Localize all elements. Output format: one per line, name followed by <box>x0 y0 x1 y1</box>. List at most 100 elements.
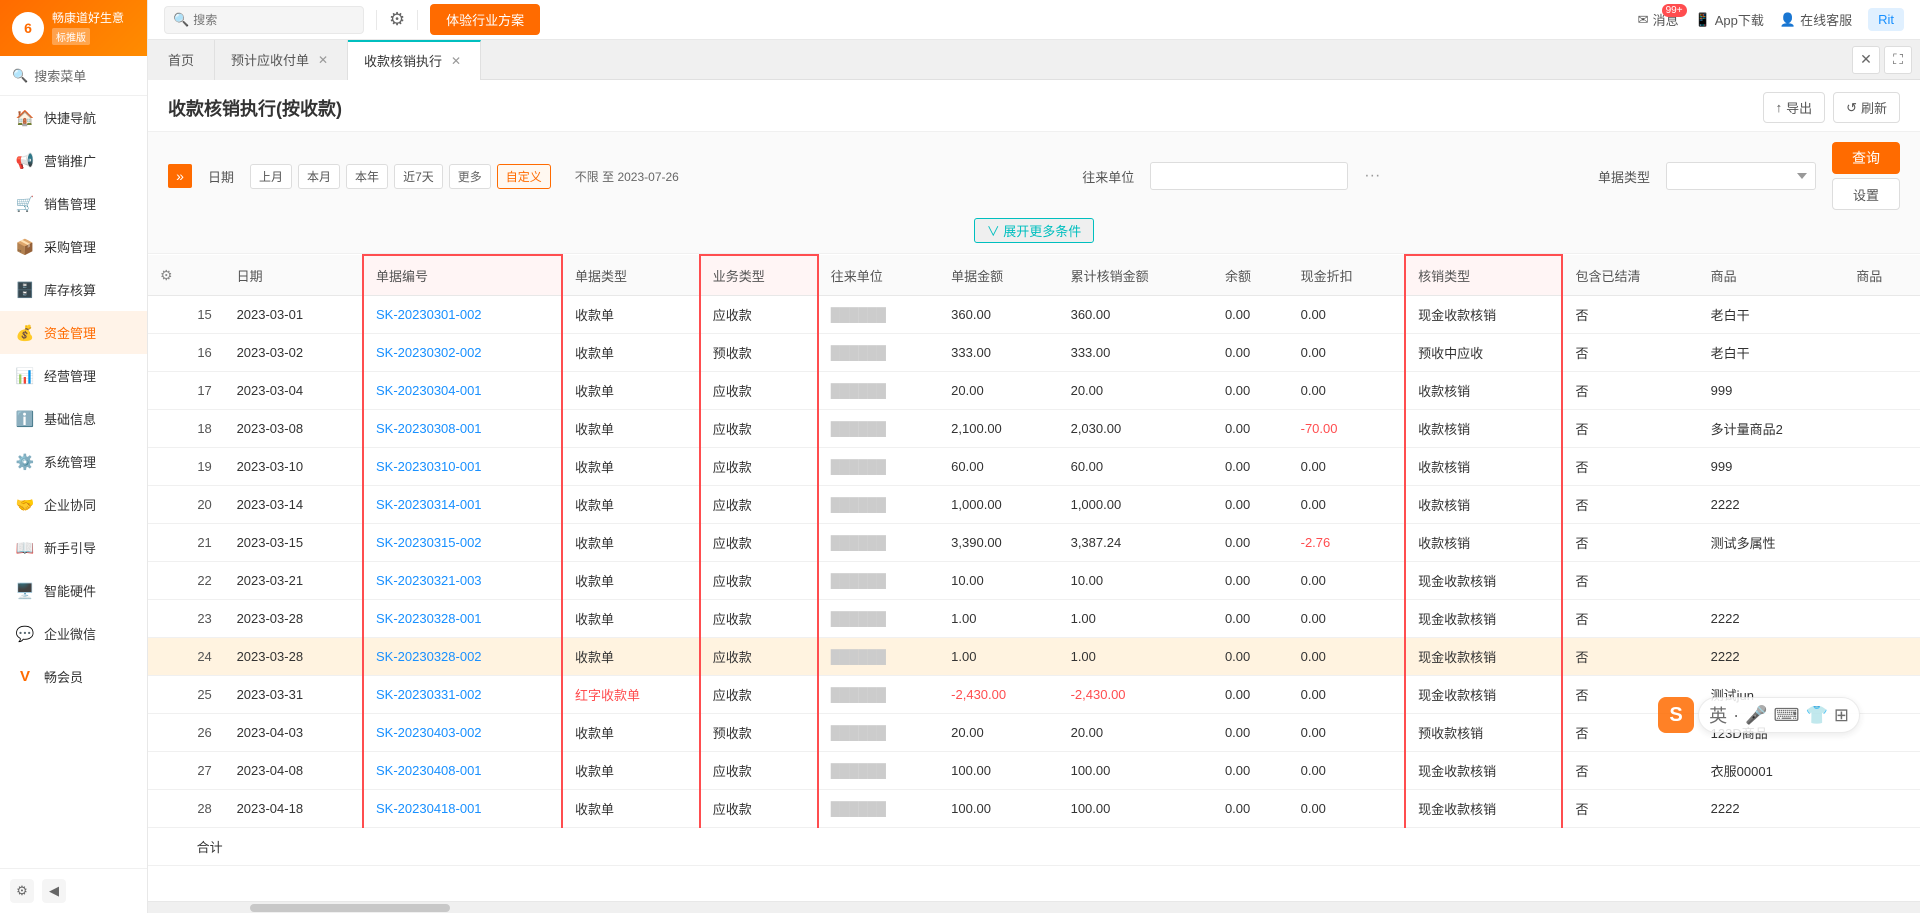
user-avatar[interactable]: Rit <box>1868 8 1904 31</box>
td-discount: 0.00 <box>1289 752 1406 790</box>
sidebar-item-sales[interactable]: 🛒 销售管理 <box>0 182 147 225</box>
filter-expand-row: ∨ 展开更多条件 <box>168 218 1900 243</box>
td-product2 <box>1844 410 1920 448</box>
filter-this-year-btn[interactable]: 本年 <box>346 164 388 189</box>
td-discount: 0.00 <box>1289 562 1406 600</box>
sidebar-item-basic[interactable]: ℹ️ 基础信息 <box>0 397 147 440</box>
td-amount: 1.00 <box>939 638 1058 676</box>
td-amount: 10.00 <box>939 562 1058 600</box>
sidebar-item-label: 销售管理 <box>44 194 96 213</box>
td-voucher-no[interactable]: SK-20230314-001 <box>363 486 562 524</box>
tab-close-all-button[interactable]: ✕ <box>1852 46 1880 74</box>
table-row: 172023-03-04SK-20230304-001收款单应收款██████2… <box>148 372 1920 410</box>
solution-button[interactable]: 体验行业方案 <box>430 4 540 35</box>
tab-collection[interactable]: 收款核销执行 ✕ <box>348 40 481 80</box>
sidebar-item-wechat[interactable]: 💬 企业微信 <box>0 612 147 655</box>
td-balance: 0.00 <box>1213 448 1289 486</box>
sidebar-item-system[interactable]: ⚙️ 系统管理 <box>0 440 147 483</box>
query-button[interactable]: 查询 <box>1832 142 1900 174</box>
watermark-icon-1[interactable]: 英 <box>1709 702 1727 728</box>
watermark-icon-5[interactable]: ⊞ <box>1834 705 1849 726</box>
watermark-icon-2[interactable]: 🎤 <box>1745 705 1767 726</box>
sidebar-item-member[interactable]: V 畅会员 <box>0 655 147 698</box>
filter-party-dots[interactable]: ··· <box>1364 167 1380 185</box>
tab-fullscreen-button[interactable]: ⛶ <box>1884 46 1912 74</box>
refresh-button[interactable]: ↺ 刷新 <box>1833 92 1900 123</box>
sidebar-settings-icon[interactable]: ⚙ <box>10 879 34 903</box>
td-num: 26 <box>185 714 225 752</box>
tab-home[interactable]: 首页 <box>148 40 215 80</box>
td-voucher-no[interactable]: SK-20230403-002 <box>363 714 562 752</box>
sidebar-collapse-icon[interactable]: ◀ <box>42 879 66 903</box>
td-voucher-no[interactable]: SK-20230328-002 <box>363 638 562 676</box>
td-product: 老白干 <box>1699 296 1845 334</box>
sidebar-logo: 6 畅康道好生意 标推版 <box>0 0 147 56</box>
prepay-tab-close[interactable]: ✕ <box>315 52 331 68</box>
td-voucher-no[interactable]: SK-20230304-001 <box>363 372 562 410</box>
table-scrollbar[interactable] <box>148 901 1920 913</box>
td-settings <box>148 562 185 600</box>
sidebar-item-operation[interactable]: 📊 经营管理 <box>0 354 147 397</box>
watermark-icon-4[interactable]: 👕 <box>1805 705 1827 726</box>
sidebar-item-inventory[interactable]: 🗄️ 库存核算 <box>0 268 147 311</box>
sidebar-search[interactable]: 🔍 搜索菜单 <box>0 56 147 96</box>
export-icon: ↑ <box>1776 100 1783 115</box>
topbar-search-input[interactable] <box>193 13 355 27</box>
scrollbar-thumb[interactable] <box>250 904 450 912</box>
sidebar-item-hardware[interactable]: 🖥️ 智能硬件 <box>0 569 147 612</box>
watermark-icon-3[interactable]: ⌨ <box>1774 705 1800 726</box>
th-settings[interactable]: ⚙ <box>148 255 185 296</box>
app-download-item[interactable]: 📱 App下载 <box>1695 10 1764 29</box>
td-cumulative: 10.00 <box>1059 562 1213 600</box>
td-voucher-no[interactable]: SK-20230321-003 <box>363 562 562 600</box>
td-voucher-no[interactable]: SK-20230310-001 <box>363 448 562 486</box>
filter-settings-button[interactable]: 设置 <box>1832 178 1900 210</box>
td-cumulative: 100.00 <box>1059 790 1213 828</box>
td-settings <box>148 524 185 562</box>
td-voucher-no[interactable]: SK-20230408-001 <box>363 752 562 790</box>
table-settings-icon[interactable]: ⚙ <box>160 267 173 283</box>
collection-tab-close[interactable]: ✕ <box>448 53 464 69</box>
td-num: 18 <box>185 410 225 448</box>
filter-party-input[interactable] <box>1150 162 1348 190</box>
topbar-search-box[interactable]: 🔍 <box>164 6 364 34</box>
sidebar-item-marketing[interactable]: 📢 营销推广 <box>0 139 147 182</box>
filter-last-month-btn[interactable]: 上月 <box>250 164 292 189</box>
td-voucher-no[interactable]: SK-20230301-002 <box>363 296 562 334</box>
td-num: 25 <box>185 676 225 714</box>
td-include-settled: 否 <box>1562 600 1698 638</box>
sidebar-item-quick-nav[interactable]: 🏠 快捷导航 <box>0 96 147 139</box>
sidebar-item-corp[interactable]: 🤝 企业协同 <box>0 483 147 526</box>
filter-custom-date-btn[interactable]: 自定义 <box>497 164 551 189</box>
messages-item[interactable]: ✉ 消息 99+ <box>1638 10 1679 29</box>
tab-prepay[interactable]: 预计应收付单 ✕ <box>215 40 348 80</box>
sidebar-item-label: 企业微信 <box>44 624 96 643</box>
expand-more-conditions-button[interactable]: ∨ 展开更多条件 <box>974 218 1095 243</box>
filter-expand-button[interactable]: » <box>168 164 192 188</box>
filter-voucher-type-select[interactable]: 收款单 红字收款单 <box>1666 162 1816 190</box>
td-voucher-no[interactable]: SK-20230331-002 <box>363 676 562 714</box>
sidebar-item-finance[interactable]: 💰 资金管理 <box>0 311 147 354</box>
td-voucher-no[interactable]: SK-20230418-001 <box>363 790 562 828</box>
td-voucher-no[interactable]: SK-20230308-001 <box>363 410 562 448</box>
td-voucher-no[interactable]: SK-20230328-001 <box>363 600 562 638</box>
export-button[interactable]: ↑ 导出 <box>1763 92 1826 123</box>
td-voucher-no[interactable]: SK-20230302-002 <box>363 334 562 372</box>
sidebar-item-label: 企业协同 <box>44 495 96 514</box>
sidebar-search-label: 搜索菜单 <box>34 66 86 85</box>
td-product: 2222 <box>1699 486 1845 524</box>
table-row: 162023-03-02SK-20230302-002收款单预收款██████3… <box>148 334 1920 372</box>
online-service-item[interactable]: 👤 在线客服 <box>1780 10 1852 29</box>
td-verify-type: 收款核销 <box>1405 372 1562 410</box>
td-balance: 0.00 <box>1213 486 1289 524</box>
topbar-settings-icon[interactable]: ⚙ <box>389 9 405 30</box>
th-verify-type: 核销类型 <box>1405 255 1562 296</box>
sidebar-item-purchase[interactable]: 📦 采购管理 <box>0 225 147 268</box>
td-include-settled: 否 <box>1562 524 1698 562</box>
filter-7days-btn[interactable]: 近7天 <box>394 164 443 189</box>
sidebar-item-guide[interactable]: 📖 新手引导 <box>0 526 147 569</box>
td-balance: 0.00 <box>1213 600 1289 638</box>
filter-this-month-btn[interactable]: 本月 <box>298 164 340 189</box>
td-voucher-no[interactable]: SK-20230315-002 <box>363 524 562 562</box>
filter-more-btn[interactable]: 更多 <box>449 164 491 189</box>
